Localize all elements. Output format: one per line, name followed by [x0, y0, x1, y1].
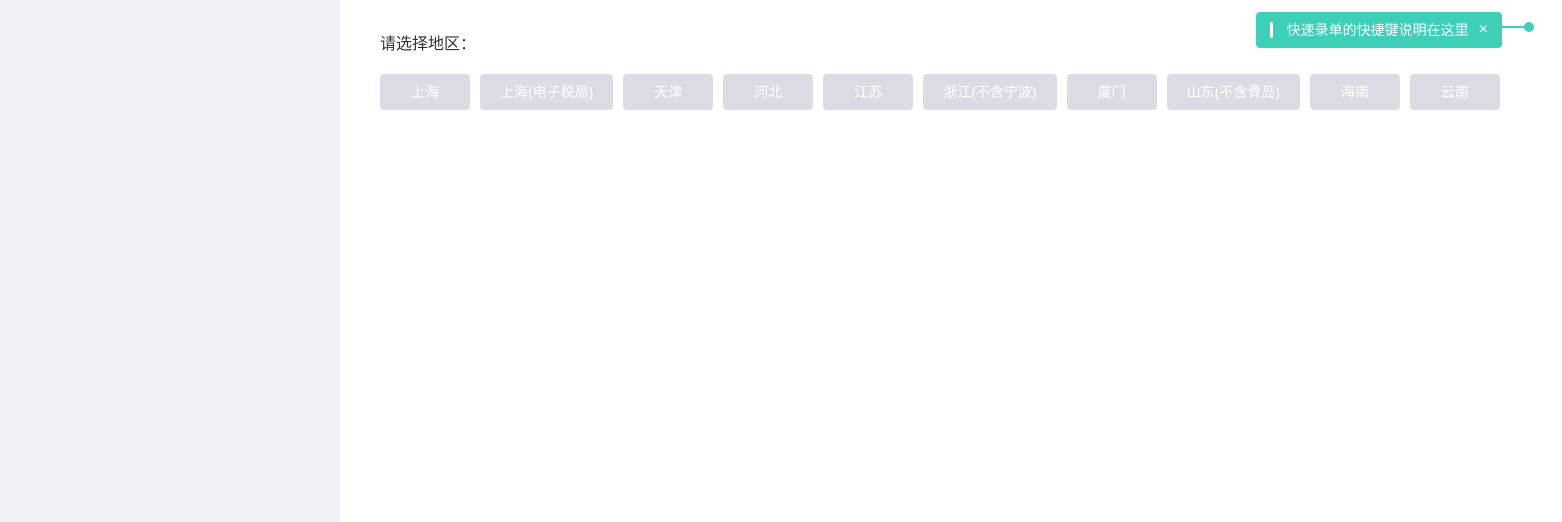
- region-button-tianjin[interactable]: 天津: [623, 74, 713, 110]
- region-button-shanghai-etax[interactable]: 上海(电子税局): [480, 74, 613, 110]
- region-button-zhejiang[interactable]: 浙江(不含宁波): [923, 74, 1056, 110]
- main-content: 请选择地区： 上海上海(电子税局)天津河北江苏浙江(不含宁波)厦门山东(不含青岛…: [340, 0, 1562, 522]
- region-button-yunnan[interactable]: 云南: [1410, 74, 1500, 110]
- tooltip-dot: [1524, 22, 1534, 32]
- region-button-shandong[interactable]: 山东(不含青岛): [1167, 74, 1300, 110]
- region-button-hainan[interactable]: 海南: [1310, 74, 1400, 110]
- region-button-jiangsu[interactable]: 江苏: [823, 74, 913, 110]
- region-button-shanghai[interactable]: 上海: [380, 74, 470, 110]
- tooltip-close-button[interactable]: ×: [1479, 22, 1488, 38]
- region-button-xiamen[interactable]: 厦门: [1067, 74, 1157, 110]
- left-sidebar: [0, 0, 340, 522]
- tooltip-text: 快速录单的快捷键说明在这里: [1287, 20, 1469, 40]
- region-buttons-container: 上海上海(电子税局) 天津河北江苏浙江(不含宁波) 厦门山东(不含青岛) 海南云南: [380, 74, 1522, 110]
- tooltip-line: [1501, 26, 1526, 28]
- region-button-hebei[interactable]: 河北: [723, 74, 813, 110]
- tooltip-banner[interactable]: 快速录单的快捷键说明在这里 ×: [1256, 12, 1502, 48]
